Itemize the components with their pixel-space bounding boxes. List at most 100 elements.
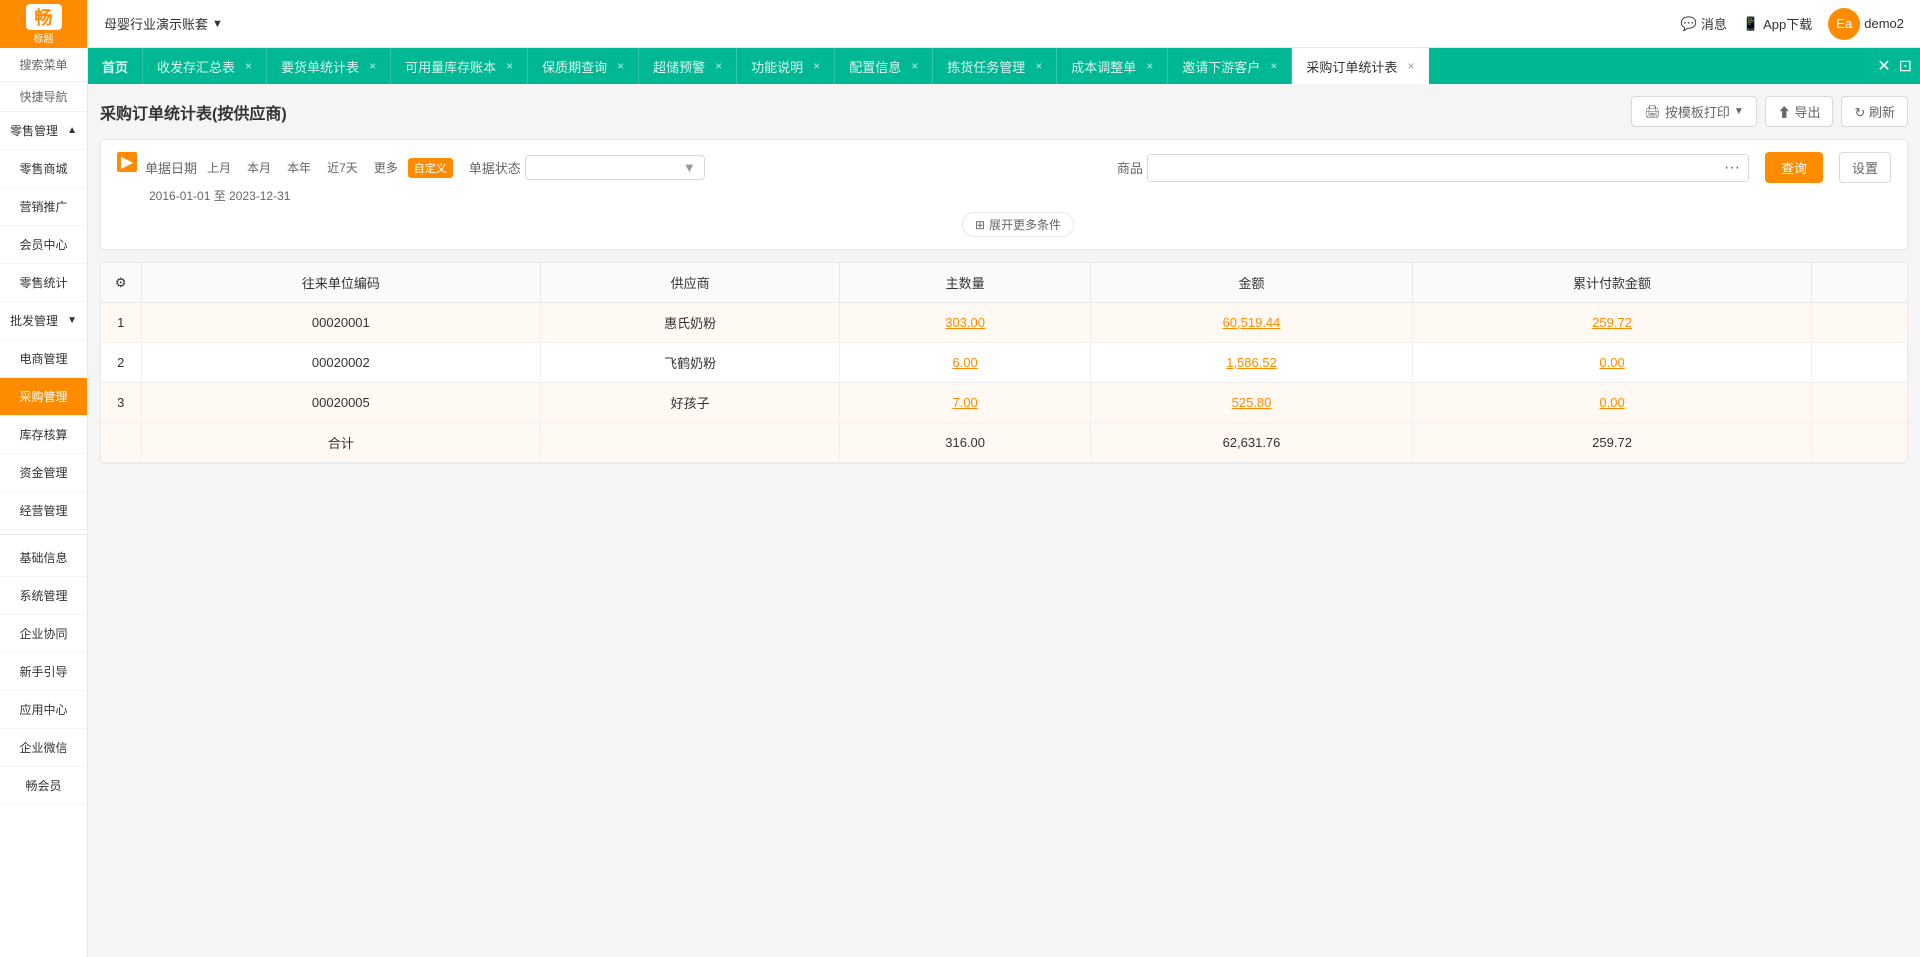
sidebar-item-basic-info[interactable]: 基础信息	[0, 539, 87, 577]
table-footer-row: 合计 316.00 62,631.76 259.72	[101, 423, 1907, 463]
sidebar-item-purchase-mgmt[interactable]: 采购管理	[0, 378, 87, 416]
paid-amount-link[interactable]: 0.00	[1599, 395, 1624, 410]
th-extra	[1812, 263, 1907, 303]
tab-function-desc[interactable]: 功能说明 ×	[737, 48, 835, 84]
date-btn-this-month[interactable]: 本月	[241, 157, 277, 178]
topbar-right: 💬 消息 📱 App下载 Ea demo2	[1681, 8, 1904, 40]
query-button[interactable]: 查询	[1765, 152, 1823, 183]
tab-cost-adjust[interactable]: 成本调整单 ×	[1057, 48, 1168, 84]
tab-close-function-desc[interactable]: ×	[813, 59, 820, 73]
sidebar-item-member[interactable]: 畅会员	[0, 767, 87, 805]
paid-amount-link[interactable]: 0.00	[1599, 355, 1624, 370]
cell-main-qty: 7.00	[840, 383, 1091, 423]
tab-close-inventory-book[interactable]: ×	[506, 59, 513, 73]
date-label: 单据日期	[145, 158, 197, 177]
cell-index: 2	[101, 343, 141, 383]
sidebar-item-ops-mgmt[interactable]: 经营管理	[0, 492, 87, 530]
refresh-button[interactable]: ↻ 刷新	[1841, 96, 1908, 127]
topbar: 母婴行业演示账套 ▼ 💬 消息 📱 App下载 Ea demo2	[88, 0, 1920, 48]
more-icon[interactable]: ···	[1724, 159, 1740, 177]
th-settings[interactable]: ⚙	[101, 263, 141, 303]
table-row: 3 00020005 好孩子 7.00 525.80 0.00	[101, 383, 1907, 423]
tab-close-overstock-warning[interactable]: ×	[715, 59, 722, 73]
sidebar-item-new-guide[interactable]: 新手引导	[0, 653, 87, 691]
cell-main-qty: 303.00	[840, 303, 1091, 343]
export-button[interactable]: ⬆ 导出	[1765, 96, 1834, 127]
filter-panel: ▶ 单据日期 上月 本月 本年 近7天 更多 自定义	[100, 139, 1908, 250]
sidebar-item-enterprise-collab[interactable]: 企业协同	[0, 615, 87, 653]
sidebar-item-marketing[interactable]: 营销推广	[0, 188, 87, 226]
footer-paid-amount: 259.72	[1412, 423, 1812, 463]
expand-more-button[interactable]: ⊞ 展开更多条件	[962, 212, 1074, 237]
main-qty-link[interactable]: 6.00	[952, 355, 977, 370]
tab-inventory-book[interactable]: 可用量库存账本 ×	[391, 48, 528, 84]
app-download-button[interactable]: 📱 App下载	[1743, 14, 1812, 33]
main-qty-link[interactable]: 7.00	[952, 395, 977, 410]
sidebar-item-system-mgmt[interactable]: 系统管理	[0, 577, 87, 615]
goods-input[interactable]: ···	[1147, 154, 1749, 182]
date-custom-badge[interactable]: 自定义	[408, 158, 453, 178]
tab-close-warranty-query[interactable]: ×	[617, 59, 624, 73]
tab-config-info[interactable]: 配置信息 ×	[835, 48, 933, 84]
chevron-down-icon: ⊞	[975, 218, 985, 232]
avatar-text: Ea	[1836, 16, 1852, 31]
tab-close-config-info[interactable]: ×	[911, 59, 918, 73]
sidebar-item-batch-mgmt[interactable]: 批发管理▼	[0, 302, 87, 340]
tab-order-stats[interactable]: 要货单统计表 ×	[267, 48, 391, 84]
tab-home[interactable]: 首页	[88, 48, 143, 84]
tab-invite-downstream[interactable]: 邀请下游客户 ×	[1168, 48, 1292, 84]
template-print-button[interactable]: 🖨 按模板打印 ▼	[1631, 96, 1756, 127]
main-qty-link[interactable]: 303.00	[945, 315, 985, 330]
date-btn-more[interactable]: 更多	[368, 157, 404, 178]
page-actions: 🖨 按模板打印 ▼ ⬆ 导出 ↻ 刷新	[1631, 96, 1908, 127]
amount-link[interactable]: 1,586.52	[1226, 355, 1277, 370]
cell-unit-code: 00020002	[141, 343, 541, 383]
sidebar-item-finance-mgmt[interactable]: 资金管理	[0, 454, 87, 492]
settings-button[interactable]: 设置	[1839, 152, 1891, 183]
tab-receive-summary[interactable]: 收发存汇总表 ×	[143, 48, 267, 84]
cell-unit-code: 00020005	[141, 383, 541, 423]
goods-label: 商品	[1117, 158, 1143, 177]
industry-selector[interactable]: 母婴行业演示账套 ▼	[104, 14, 223, 33]
amount-link[interactable]: 525.80	[1232, 395, 1272, 410]
cell-amount: 60,519.44	[1091, 303, 1412, 343]
sidebar-item-retail-mgmt[interactable]: 零售管理▲	[0, 112, 87, 150]
date-btn-this-year[interactable]: 本年	[281, 157, 317, 178]
sidebar-item-ecom-mgmt[interactable]: 电商管理	[0, 340, 87, 378]
tab-purchase-order-stats[interactable]: 采购订单统计表 ×	[1292, 48, 1429, 84]
avatar: Ea	[1828, 8, 1860, 40]
tab-close-receive-summary[interactable]: ×	[245, 59, 252, 73]
gear-icon[interactable]: ⚙	[115, 275, 127, 290]
tab-close-invite-downstream[interactable]: ×	[1270, 59, 1277, 73]
cell-paid-amount: 0.00	[1412, 383, 1812, 423]
tab-close-all-icon[interactable]: ✕	[1877, 56, 1890, 76]
paid-amount-link[interactable]: 259.72	[1592, 315, 1632, 330]
sidebar-item-member-center[interactable]: 会员中心	[0, 226, 87, 264]
footer-supplier	[541, 423, 840, 463]
date-btn-7days[interactable]: 近7天	[321, 157, 364, 178]
sidebar-item-enterprise-wechat[interactable]: 企业微信	[0, 729, 87, 767]
status-select[interactable]: ▼	[525, 155, 705, 180]
sidebar-item-retail-stats[interactable]: 零售统计	[0, 264, 87, 302]
date-range-text: 2016-01-01 至 2023-12-31	[149, 189, 290, 203]
sidebar-search[interactable]: 搜索菜单	[0, 48, 87, 82]
sidebar-item-retail-shop[interactable]: 零售商城	[0, 150, 87, 188]
tab-close-purchase-order-stats[interactable]: ×	[1407, 59, 1414, 73]
th-main-qty: 主数量	[840, 263, 1091, 303]
tab-close-cost-adjust[interactable]: ×	[1146, 59, 1153, 73]
expand-row: ⊞ 展开更多条件	[145, 212, 1891, 237]
amount-link[interactable]: 60,519.44	[1223, 315, 1281, 330]
tab-overstock-warning[interactable]: 超储预警 ×	[639, 48, 737, 84]
sidebar-quick-nav[interactable]: 快捷导航	[0, 82, 87, 112]
tab-maximize-icon[interactable]: ⊡	[1899, 56, 1912, 76]
tab-close-task-mgmt[interactable]: ×	[1035, 59, 1042, 73]
date-btn-last-month[interactable]: 上月	[201, 157, 237, 178]
user-avatar[interactable]: Ea demo2	[1828, 8, 1904, 40]
tab-warranty-query[interactable]: 保质期查询 ×	[528, 48, 639, 84]
message-button[interactable]: 💬 消息	[1681, 14, 1727, 33]
tab-close-order-stats[interactable]: ×	[369, 59, 376, 73]
filter-toggle-button[interactable]: ▶	[117, 152, 137, 172]
sidebar-item-inventory-check[interactable]: 库存核算	[0, 416, 87, 454]
sidebar-item-app-center[interactable]: 应用中心	[0, 691, 87, 729]
tab-task-mgmt[interactable]: 拣货任务管理 ×	[933, 48, 1057, 84]
